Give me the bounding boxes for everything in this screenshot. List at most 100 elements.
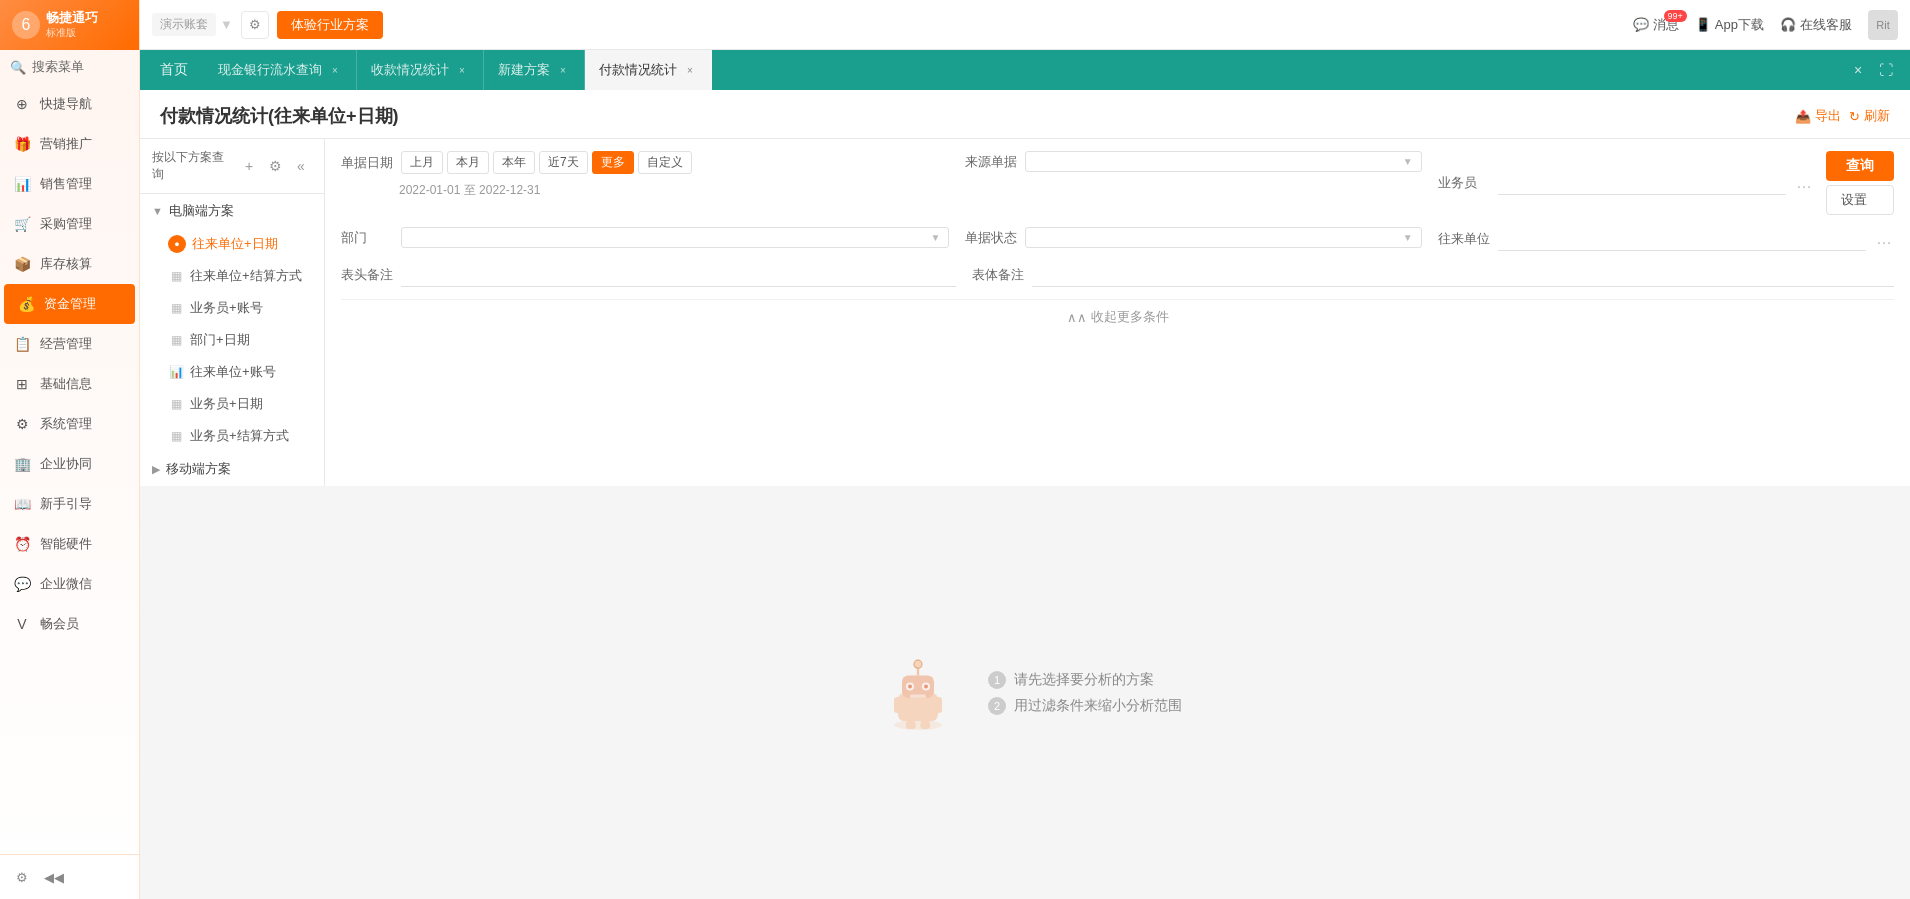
source-filter-item: 来源单据 ▼ (965, 151, 1421, 172)
sidebar-item-system[interactable]: ⚙ 系统管理 (0, 404, 139, 444)
svg-point-5 (908, 684, 912, 688)
scheme-item-4[interactable]: 📊 往来单位+账号 (140, 356, 324, 388)
tab-new-scheme-close[interactable]: × (556, 63, 570, 77)
sidebar-item-marketing[interactable]: 🎁 营销推广 (0, 124, 139, 164)
sidebar-item-guide[interactable]: 📖 新手引导 (0, 484, 139, 524)
trial-button[interactable]: 体验行业方案 (277, 11, 383, 39)
desktop-group-header[interactable]: ▼ 电脑端方案 (140, 194, 324, 228)
tab-receipts[interactable]: 收款情况统计 × (357, 50, 484, 90)
svg-rect-9 (936, 697, 942, 713)
tab-new-scheme[interactable]: 新建方案 × (484, 50, 585, 90)
sidebar-settings-button[interactable]: ⚙ (8, 863, 36, 891)
staff-input[interactable] (1498, 171, 1786, 195)
right-filter: 单据日期 上月 本月 本年 近7天 更多 自定义 2022-01-01 至 20… (325, 139, 1910, 486)
scheme-item-2[interactable]: ▦ 业务员+账号 (140, 292, 324, 324)
base-info-label: 基础信息 (40, 375, 92, 393)
notification-badge: 99+ (1664, 10, 1687, 22)
sidebar-item-wechat[interactable]: 💬 企业微信 (0, 564, 139, 604)
sidebar-item-operations[interactable]: 📋 经营管理 (0, 324, 139, 364)
counterpart-input[interactable] (1498, 227, 1866, 251)
add-scheme-button[interactable]: + (238, 155, 260, 177)
svg-rect-8 (894, 697, 900, 713)
refresh-button[interactable]: ↻ 刷新 (1849, 107, 1890, 125)
app-download-label: App下载 (1715, 16, 1764, 34)
wechat-icon: 💬 (12, 574, 32, 594)
query-button[interactable]: 查询 (1826, 151, 1894, 181)
operations-label: 经营管理 (40, 335, 92, 353)
left-panel-title: 按以下方案查询 (152, 149, 234, 183)
sidebar-collapse-button[interactable]: ◀◀ (40, 863, 68, 891)
desktop-group-label: 电脑端方案 (169, 202, 234, 220)
sidebar-item-capital[interactable]: 💰 资金管理 (4, 284, 135, 324)
header-note-input[interactable] (401, 263, 956, 287)
tab-maximize-button[interactable]: ⛶ (1874, 58, 1898, 82)
scheme-item-0[interactable]: ● 往来单位+日期 (140, 228, 324, 260)
messages-button[interactable]: 💬 消息 99+ (1633, 16, 1679, 34)
tab-receipts-close[interactable]: × (455, 63, 469, 77)
system-label: 系统管理 (40, 415, 92, 433)
sidebar-item-member[interactable]: V 畅会员 (0, 604, 139, 644)
date-btn-this-year[interactable]: 本年 (493, 151, 535, 174)
setting-button[interactable]: 设置 (1826, 185, 1894, 215)
tab-home[interactable]: 首页 (144, 50, 204, 90)
date-btn-7days[interactable]: 近7天 (539, 151, 588, 174)
date-btn-this-month[interactable]: 本月 (447, 151, 489, 174)
date-btn-more[interactable]: 更多 (592, 151, 634, 174)
docstatus-select[interactable]: ▼ (1025, 227, 1421, 248)
header-settings-button[interactable]: ⚙ (241, 11, 269, 39)
app-download-button[interactable]: 📱 App下载 (1695, 16, 1764, 34)
export-label: 导出 (1815, 107, 1841, 125)
scheme-item-6[interactable]: ▦ 业务员+结算方式 (140, 420, 324, 452)
sidebar-item-purchase[interactable]: 🛒 采购管理 (0, 204, 139, 244)
collapse-conditions-button[interactable]: ∧∧ 收起更多条件 (341, 299, 1894, 334)
export-button[interactable]: 📤 导出 (1795, 107, 1841, 125)
scheme-item-1[interactable]: ▦ 往来单位+结算方式 (140, 260, 324, 292)
panel-collapse-button[interactable]: « (290, 155, 312, 177)
dept-filter-item: 部门 ▼ (341, 227, 949, 248)
tab-cashflow[interactable]: 现金银行流水查询 × (204, 50, 357, 90)
source-select[interactable]: ▼ (1025, 151, 1421, 172)
smart-hw-icon: ⏰ (12, 534, 32, 554)
online-service-button[interactable]: 🎧 在线客服 (1780, 16, 1852, 34)
tip-num-2: 2 (988, 697, 1006, 715)
mobile-group-header[interactable]: ▶ 移动端方案 (140, 452, 324, 486)
sidebar-item-inventory[interactable]: 📦 库存核算 (0, 244, 139, 284)
date-btn-last-month[interactable]: 上月 (401, 151, 443, 174)
tab-restore-button[interactable]: × (1846, 58, 1870, 82)
tab-payments-label: 付款情况统计 (599, 61, 677, 79)
body-note-input[interactable] (1032, 263, 1894, 287)
staff-dots-button[interactable]: … (1794, 173, 1814, 193)
search-menu[interactable]: 🔍 搜索菜单 (0, 50, 139, 84)
service-icon: 🎧 (1780, 17, 1796, 32)
svg-rect-11 (920, 721, 930, 729)
scheme-item-5[interactable]: ▦ 业务员+日期 (140, 388, 324, 420)
header-note-item: 表头备注 (341, 263, 956, 287)
marketing-label: 营销推广 (40, 135, 92, 153)
sidebar-item-base-info[interactable]: ⊞ 基础信息 (0, 364, 139, 404)
date-btn-custom[interactable]: 自定义 (638, 151, 692, 174)
collapse-label: 收起更多条件 (1091, 308, 1169, 326)
filter-row-3: 表头备注 表体备注 (341, 263, 1894, 287)
logo-icon: 6 (12, 11, 40, 39)
tab-payments[interactable]: 付款情况统计 × (585, 50, 712, 90)
quick-nav-label: 快捷导航 (40, 95, 92, 113)
quick-nav-icon: ⊕ (12, 94, 32, 114)
sidebar-item-smart-hw[interactable]: ⏰ 智能硬件 (0, 524, 139, 564)
svg-rect-10 (906, 721, 916, 729)
scheme-settings-button[interactable]: ⚙ (264, 155, 286, 177)
sidebar-item-enterprise[interactable]: 🏢 企业协同 (0, 444, 139, 484)
sidebar-item-quick-nav[interactable]: ⊕ 快捷导航 (0, 84, 139, 124)
dept-select[interactable]: ▼ (401, 227, 949, 248)
filter-row-1: 单据日期 上月 本月 本年 近7天 更多 自定义 2022-01-01 至 20… (341, 151, 1894, 215)
enterprise-label: 企业协同 (40, 455, 92, 473)
refresh-label: 刷新 (1864, 107, 1890, 125)
scheme-icon-6: ▦ (168, 428, 184, 444)
tab-cashflow-close[interactable]: × (328, 63, 342, 77)
sidebar-item-sales[interactable]: 📊 销售管理 (0, 164, 139, 204)
tab-payments-close[interactable]: × (683, 63, 697, 77)
date-filter-item: 单据日期 上月 本月 本年 近7天 更多 自定义 2022-01-01 至 20… (341, 151, 949, 199)
counterpart-dots-button[interactable]: … (1874, 229, 1894, 249)
scheme-item-3[interactable]: ▦ 部门+日期 (140, 324, 324, 356)
svg-rect-7 (910, 694, 926, 697)
avatar[interactable]: Rit (1868, 10, 1898, 40)
